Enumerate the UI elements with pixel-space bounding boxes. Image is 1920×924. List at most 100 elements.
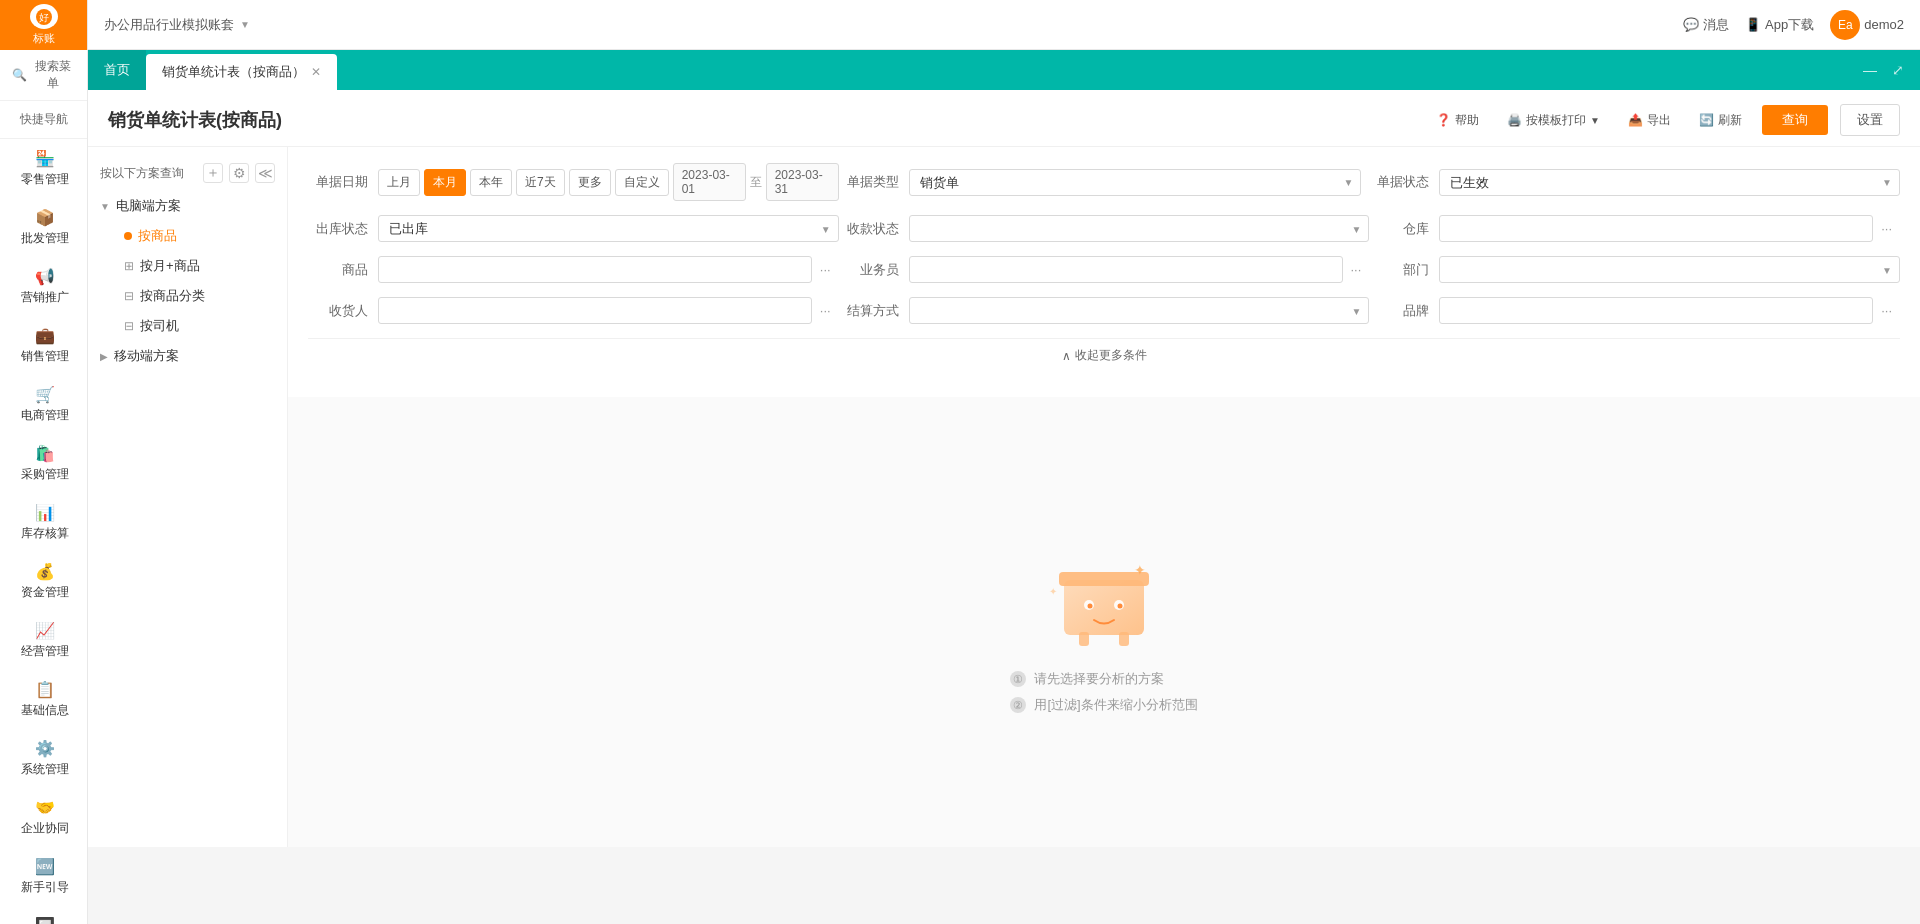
dept-group: 部门 [1369,256,1900,283]
message-icon: 💬 [1683,17,1699,32]
top-header: 办公用品行业模拟账套 ▼ 💬 消息 📱 App下载 Ea demo2 [88,0,1920,50]
avatar: Ea [1830,10,1860,40]
sidebar-item-appcenter[interactable]: 🔲 应用中心 [0,906,87,924]
sidebar-item-label: 系统管理 [21,761,69,778]
empty-tips: ① 请先选择要分析的方案 ② 用[过滤]条件来缩小分析范围 [1010,670,1197,714]
search-menu-item[interactable]: 🔍 搜索菜单 [0,50,87,101]
export-btn[interactable]: 📤 导出 [1620,108,1679,133]
tab-expand-btn[interactable]: ⤢ [1888,60,1908,80]
warehouse-label: 仓库 [1369,220,1439,238]
collapse-btn[interactable]: ∧ 收起更多条件 [308,338,1900,372]
salesperson-ellipsis[interactable]: ··· [1343,258,1370,281]
app-download-label: App下载 [1765,16,1814,34]
tree-item-by-goods[interactable]: 按商品 [112,221,287,251]
tree-item-by-driver[interactable]: ⊟ 按司机 [112,311,287,341]
page-title: 销货单统计表(按商品) [108,108,282,132]
refresh-btn[interactable]: 🔄 刷新 [1691,108,1750,133]
out-status-select[interactable]: 已出库 [378,215,839,242]
receiver-ellipsis[interactable]: ··· [812,299,839,322]
finance-icon: 💰 [35,562,55,581]
empty-tip-2: ② 用[过滤]条件来缩小分析范围 [1010,696,1197,714]
industry-selector[interactable]: 办公用品行业模拟账套 ▼ [104,16,250,34]
filter-area: 单据日期 上月 本月 本年 近7天 更多 自定义 2023-03-01 至 [288,147,1920,397]
tree-item-by-month-goods[interactable]: ⊞ 按月+商品 [112,251,287,281]
date-btn-more[interactable]: 更多 [569,169,611,196]
salesperson-input[interactable] [909,256,1343,283]
doc-type-select-wrapper: 销货单 [909,169,1362,196]
sidebar-item-wholesale[interactable]: 📦 批发管理 [0,198,87,257]
sidebar-item-retail[interactable]: 🏪 零售管理 [0,139,87,198]
tab-report[interactable]: 销货单统计表（按商品） ✕ [146,54,337,90]
help-btn[interactable]: ❓ 帮助 [1428,108,1487,133]
wholesale-icon: 📦 [35,208,55,227]
expand-icon: ▶ [100,351,108,362]
username-label: demo2 [1864,17,1904,32]
receiver-input[interactable] [378,297,812,324]
date-btn-7days[interactable]: 近7天 [516,169,565,196]
tab-close-btn[interactable]: ✕ [311,65,321,79]
logo-text: 标账 [33,31,55,46]
app-download-btn[interactable]: 📱 App下载 [1745,16,1814,34]
quick-nav-item[interactable]: 快捷导航 [0,101,87,139]
tree-label: 按司机 [140,317,179,335]
svg-text:好: 好 [39,12,49,23]
retail-icon: 🏪 [35,149,55,168]
collection-select[interactable] [909,215,1370,242]
tree-item-mobile[interactable]: ▶ 移动端方案 [88,341,287,371]
date-to-value[interactable]: 2023-03-31 [766,163,839,201]
message-btn[interactable]: 💬 消息 [1683,16,1729,34]
date-btn-custom[interactable]: 自定义 [615,169,669,196]
tree-item-by-category[interactable]: ⊟ 按商品分类 [112,281,287,311]
tab-minimize-btn[interactable]: — [1860,60,1880,80]
settlement-select[interactable] [909,297,1370,324]
user-menu[interactable]: Ea demo2 [1830,10,1904,40]
sidebar-item-tutorial[interactable]: 🆕 新手引导 [0,847,87,906]
dept-select[interactable] [1439,256,1900,283]
settings-label: 设置 [1857,112,1883,127]
goods-ellipsis[interactable]: ··· [812,258,839,281]
doc-type-label: 单据类型 [839,173,909,191]
doc-status-select[interactable]: 已生效 [1439,169,1900,196]
sidebar-item-ecommerce[interactable]: 🛒 电商管理 [0,375,87,434]
sidebar-item-cooperation[interactable]: 🤝 企业协同 [0,788,87,847]
settings-scheme-btn[interactable]: ⚙ [229,163,249,183]
warehouse-input[interactable] [1439,215,1873,242]
add-scheme-btn[interactable]: ＋ [203,163,223,183]
sidebar-item-basics[interactable]: 📋 基础信息 [0,670,87,729]
date-btn-this-year[interactable]: 本年 [470,169,512,196]
warehouse-ellipsis[interactable]: ··· [1873,217,1900,240]
tree-item-desktop[interactable]: ▼ 电脑端方案 [88,191,287,221]
settings-btn[interactable]: 设置 [1840,104,1900,136]
query-btn[interactable]: 查询 [1762,105,1828,135]
print-btn[interactable]: 🖨️ 按模板打印 ▼ [1499,108,1608,133]
svg-rect-10 [1079,632,1089,646]
ecommerce-icon: 🛒 [35,385,55,404]
sidebar: 好 标账 🔍 搜索菜单 快捷导航 🏪 零售管理 📦 批发管理 📢 营销推广 💼 … [0,0,88,924]
page-actions: ❓ 帮助 🖨️ 按模板打印 ▼ 📤 导出 🔄 刷新 [1428,104,1900,136]
sidebar-item-inventory[interactable]: 📊 库存核算 [0,493,87,552]
collapse-panel-btn[interactable]: ≪ [255,163,275,183]
sidebar-item-sales[interactable]: 💼 销售管理 [0,316,87,375]
tree-label: 按商品分类 [140,287,205,305]
filter-row-3: 商品 ··· 业务员 ··· 部门 [308,256,1900,283]
side-panel-header: 按以下方案查询 ＋ ⚙ ≪ [88,159,287,191]
message-label: 消息 [1703,16,1729,34]
sidebar-item-purchase[interactable]: 🛍️ 采购管理 [0,434,87,493]
sidebar-item-system[interactable]: ⚙️ 系统管理 [0,729,87,788]
doc-type-select[interactable]: 销货单 [909,169,1362,196]
date-from-value[interactable]: 2023-03-01 [673,163,746,201]
goods-input[interactable] [378,256,812,283]
sidebar-item-marketing[interactable]: 📢 营销推广 [0,257,87,316]
tab-home[interactable]: 首页 [88,50,146,90]
brand-ellipsis[interactable]: ··· [1873,299,1900,322]
date-btn-last-month[interactable]: 上月 [378,169,420,196]
date-btn-this-month[interactable]: 本月 [424,169,466,196]
nav-label: 快捷导航 [20,112,68,126]
brand-input[interactable] [1439,297,1873,324]
active-dot [124,232,132,240]
help-label: 帮助 [1455,112,1479,129]
collection-status-group: 收款状态 [839,215,1370,242]
sidebar-item-operations[interactable]: 📈 经营管理 [0,611,87,670]
sidebar-item-finance[interactable]: 💰 资金管理 [0,552,87,611]
dept-label: 部门 [1369,261,1439,279]
